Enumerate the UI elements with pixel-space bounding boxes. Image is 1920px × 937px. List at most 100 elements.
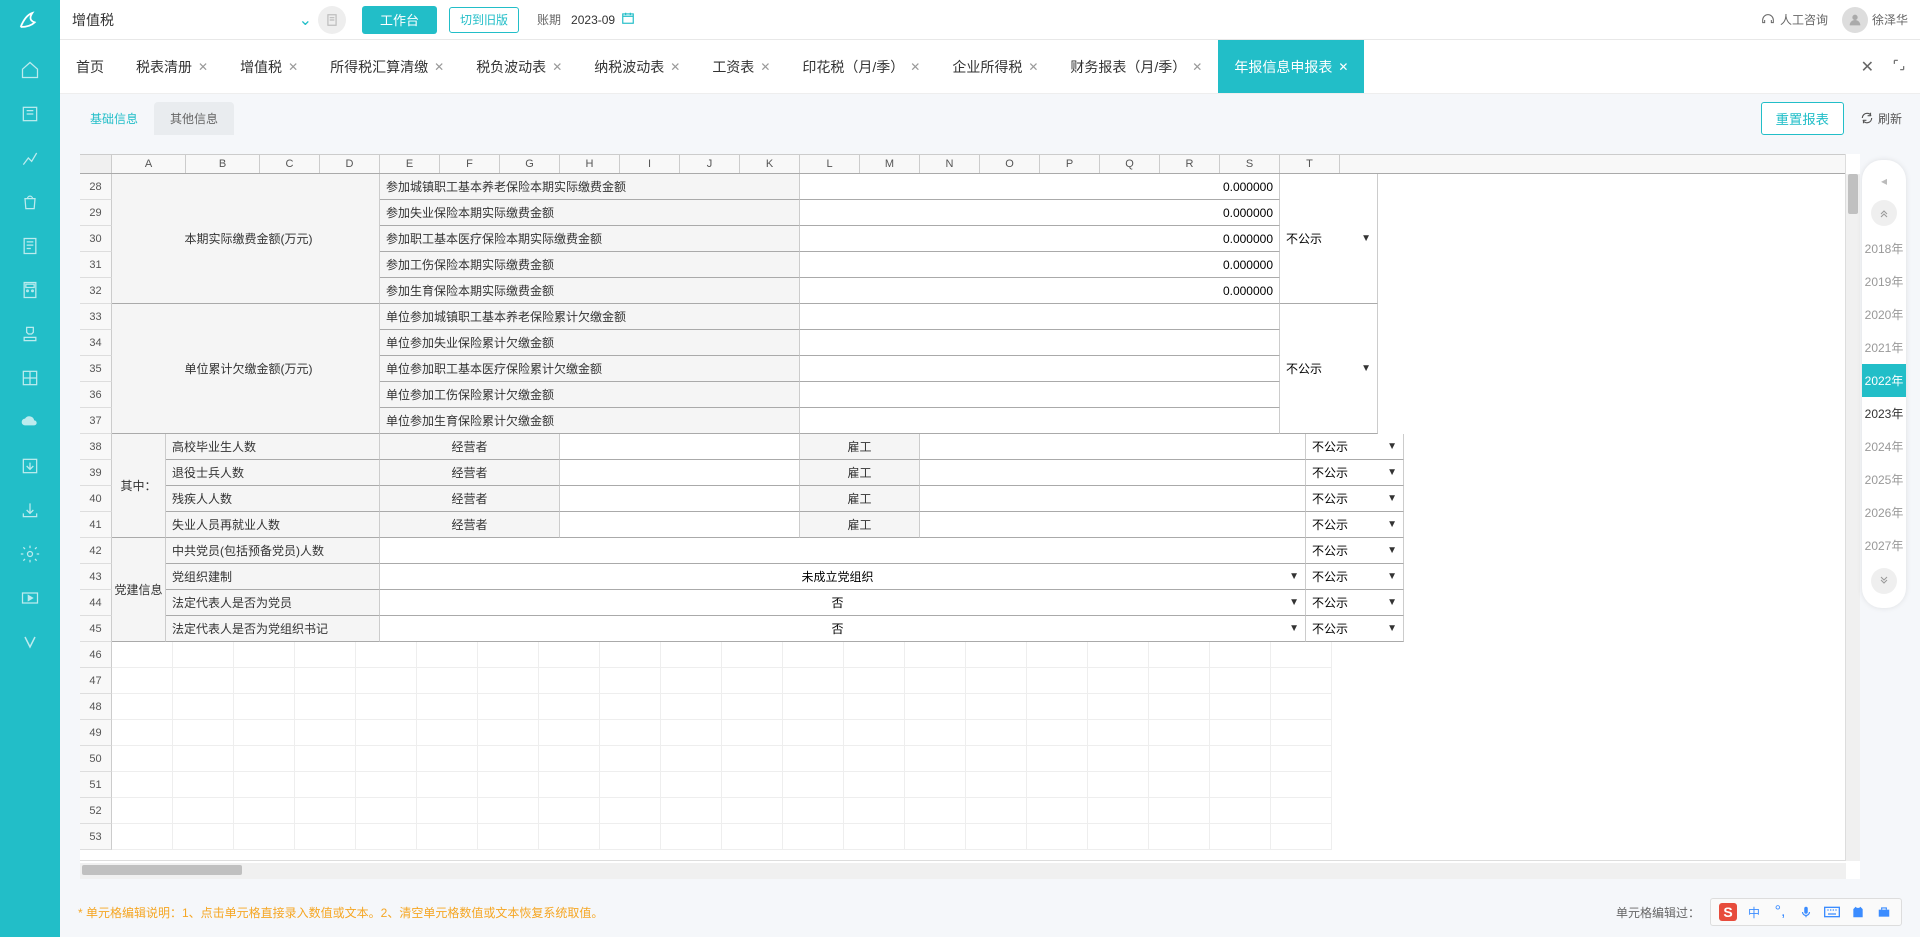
empty-cell[interactable] xyxy=(112,746,173,772)
empty-cell[interactable] xyxy=(1149,746,1210,772)
empty-cell[interactable] xyxy=(234,772,295,798)
empty-cell[interactable] xyxy=(600,746,661,772)
empty-cell[interactable] xyxy=(539,668,600,694)
empty-cell[interactable] xyxy=(905,746,966,772)
empty-cell[interactable] xyxy=(1271,772,1332,798)
tab-close-icon[interactable]: ✕ xyxy=(1338,60,1348,74)
year-item[interactable]: 2018年 xyxy=(1862,232,1906,265)
empty-cell[interactable] xyxy=(844,720,905,746)
col-header[interactable]: J xyxy=(680,155,740,173)
row-number[interactable]: 34 xyxy=(80,330,112,356)
empty-cell[interactable] xyxy=(1149,824,1210,850)
empty-cell[interactable] xyxy=(722,798,783,824)
consult-button[interactable]: 人工咨询 xyxy=(1760,11,1828,28)
empty-cell[interactable] xyxy=(905,668,966,694)
year-item[interactable]: 2020年 xyxy=(1862,298,1906,331)
tab-6[interactable]: 工资表✕ xyxy=(696,40,786,93)
empty-cell[interactable] xyxy=(1149,720,1210,746)
empty-cell[interactable] xyxy=(234,720,295,746)
empty-cell[interactable] xyxy=(356,746,417,772)
nav-home-icon[interactable] xyxy=(0,48,60,92)
empty-cell[interactable] xyxy=(783,798,844,824)
empty-cell[interactable] xyxy=(173,668,234,694)
tab-close-icon[interactable]: ✕ xyxy=(670,60,680,74)
empty-cell[interactable] xyxy=(234,642,295,668)
ime-skin-icon[interactable] xyxy=(1849,903,1867,921)
empty-cell[interactable] xyxy=(234,668,295,694)
tab-4[interactable]: 税负波动表✕ xyxy=(460,40,578,93)
op-value[interactable] xyxy=(560,434,800,460)
empty-cell[interactable] xyxy=(783,642,844,668)
empty-cell[interactable] xyxy=(295,824,356,850)
empty-cell[interactable] xyxy=(112,694,173,720)
empty-cell[interactable] xyxy=(1271,720,1332,746)
field-value[interactable] xyxy=(800,356,1280,382)
tab-5[interactable]: 纳税波动表✕ xyxy=(578,40,696,93)
field-value[interactable] xyxy=(800,382,1280,408)
empty-cell[interactable] xyxy=(600,798,661,824)
empty-cell[interactable] xyxy=(356,668,417,694)
nav-stamp-icon[interactable] xyxy=(0,312,60,356)
subtab-basic[interactable]: 基础信息 xyxy=(74,102,154,135)
tab-close-icon[interactable]: ✕ xyxy=(434,60,444,74)
empty-cell[interactable] xyxy=(722,746,783,772)
row-number[interactable]: 29 xyxy=(80,200,112,226)
empty-cell[interactable] xyxy=(600,824,661,850)
empty-cell[interactable] xyxy=(661,694,722,720)
year-item[interactable]: 2026年 xyxy=(1862,496,1906,529)
col-header[interactable]: D xyxy=(320,155,380,173)
row-number[interactable]: 37 xyxy=(80,408,112,434)
empty-cell[interactable] xyxy=(1027,798,1088,824)
empty-cell[interactable] xyxy=(722,668,783,694)
row-number[interactable]: 32 xyxy=(80,278,112,304)
empty-cell[interactable] xyxy=(295,798,356,824)
empty-cell[interactable] xyxy=(1271,668,1332,694)
empty-cell[interactable] xyxy=(600,642,661,668)
empty-cell[interactable] xyxy=(417,642,478,668)
col-header[interactable]: P xyxy=(1040,155,1100,173)
empty-cell[interactable] xyxy=(966,772,1027,798)
empty-cell[interactable] xyxy=(1088,798,1149,824)
empty-cell[interactable] xyxy=(1271,798,1332,824)
empty-cell[interactable] xyxy=(112,798,173,824)
tab-close-icon[interactable]: ✕ xyxy=(760,60,770,74)
refresh-button[interactable]: 刷新 xyxy=(1860,110,1902,127)
subtab-other[interactable]: 其他信息 xyxy=(154,102,234,135)
year-item[interactable]: 2022年 xyxy=(1862,364,1906,397)
empty-cell[interactable] xyxy=(600,720,661,746)
row-number[interactable]: 53 xyxy=(80,824,112,850)
empty-cell[interactable] xyxy=(783,668,844,694)
year-item[interactable]: 2027年 xyxy=(1862,529,1906,562)
empty-cell[interactable] xyxy=(966,668,1027,694)
field-value[interactable]: 0.000000 xyxy=(800,252,1280,278)
vertical-scrollbar[interactable] xyxy=(1846,174,1860,861)
year-up-icon[interactable] xyxy=(1871,200,1897,226)
empty-cell[interactable] xyxy=(966,642,1027,668)
empty-cell[interactable] xyxy=(112,720,173,746)
empty-cell[interactable] xyxy=(539,798,600,824)
empty-cell[interactable] xyxy=(356,694,417,720)
tab-0[interactable]: 首页 xyxy=(60,40,120,93)
col-header[interactable]: S xyxy=(1220,155,1280,173)
field-value[interactable]: 0.000000 xyxy=(800,278,1280,304)
module-selector[interactable]: 增值税 ⌄ xyxy=(72,10,312,30)
empty-cell[interactable] xyxy=(478,746,539,772)
col-header[interactable]: H xyxy=(560,155,620,173)
emp-value[interactable] xyxy=(920,460,1306,486)
col-header[interactable]: N xyxy=(920,155,980,173)
emp-value[interactable] xyxy=(920,486,1306,512)
empty-cell[interactable] xyxy=(478,772,539,798)
empty-cell[interactable] xyxy=(112,824,173,850)
tab-9[interactable]: 财务报表（月/季）✕ xyxy=(1054,40,1218,93)
year-item[interactable]: 2025年 xyxy=(1862,463,1906,496)
disp-cell[interactable]: 不公示▼ xyxy=(1306,434,1404,460)
col-header[interactable]: A xyxy=(112,155,186,173)
row-number[interactable]: 30 xyxy=(80,226,112,252)
nav-v-icon[interactable] xyxy=(0,620,60,664)
empty-cell[interactable] xyxy=(722,642,783,668)
empty-cell[interactable] xyxy=(1210,642,1271,668)
empty-cell[interactable] xyxy=(478,668,539,694)
nav-chart-icon[interactable] xyxy=(0,136,60,180)
row-number[interactable]: 31 xyxy=(80,252,112,278)
empty-cell[interactable] xyxy=(1210,824,1271,850)
